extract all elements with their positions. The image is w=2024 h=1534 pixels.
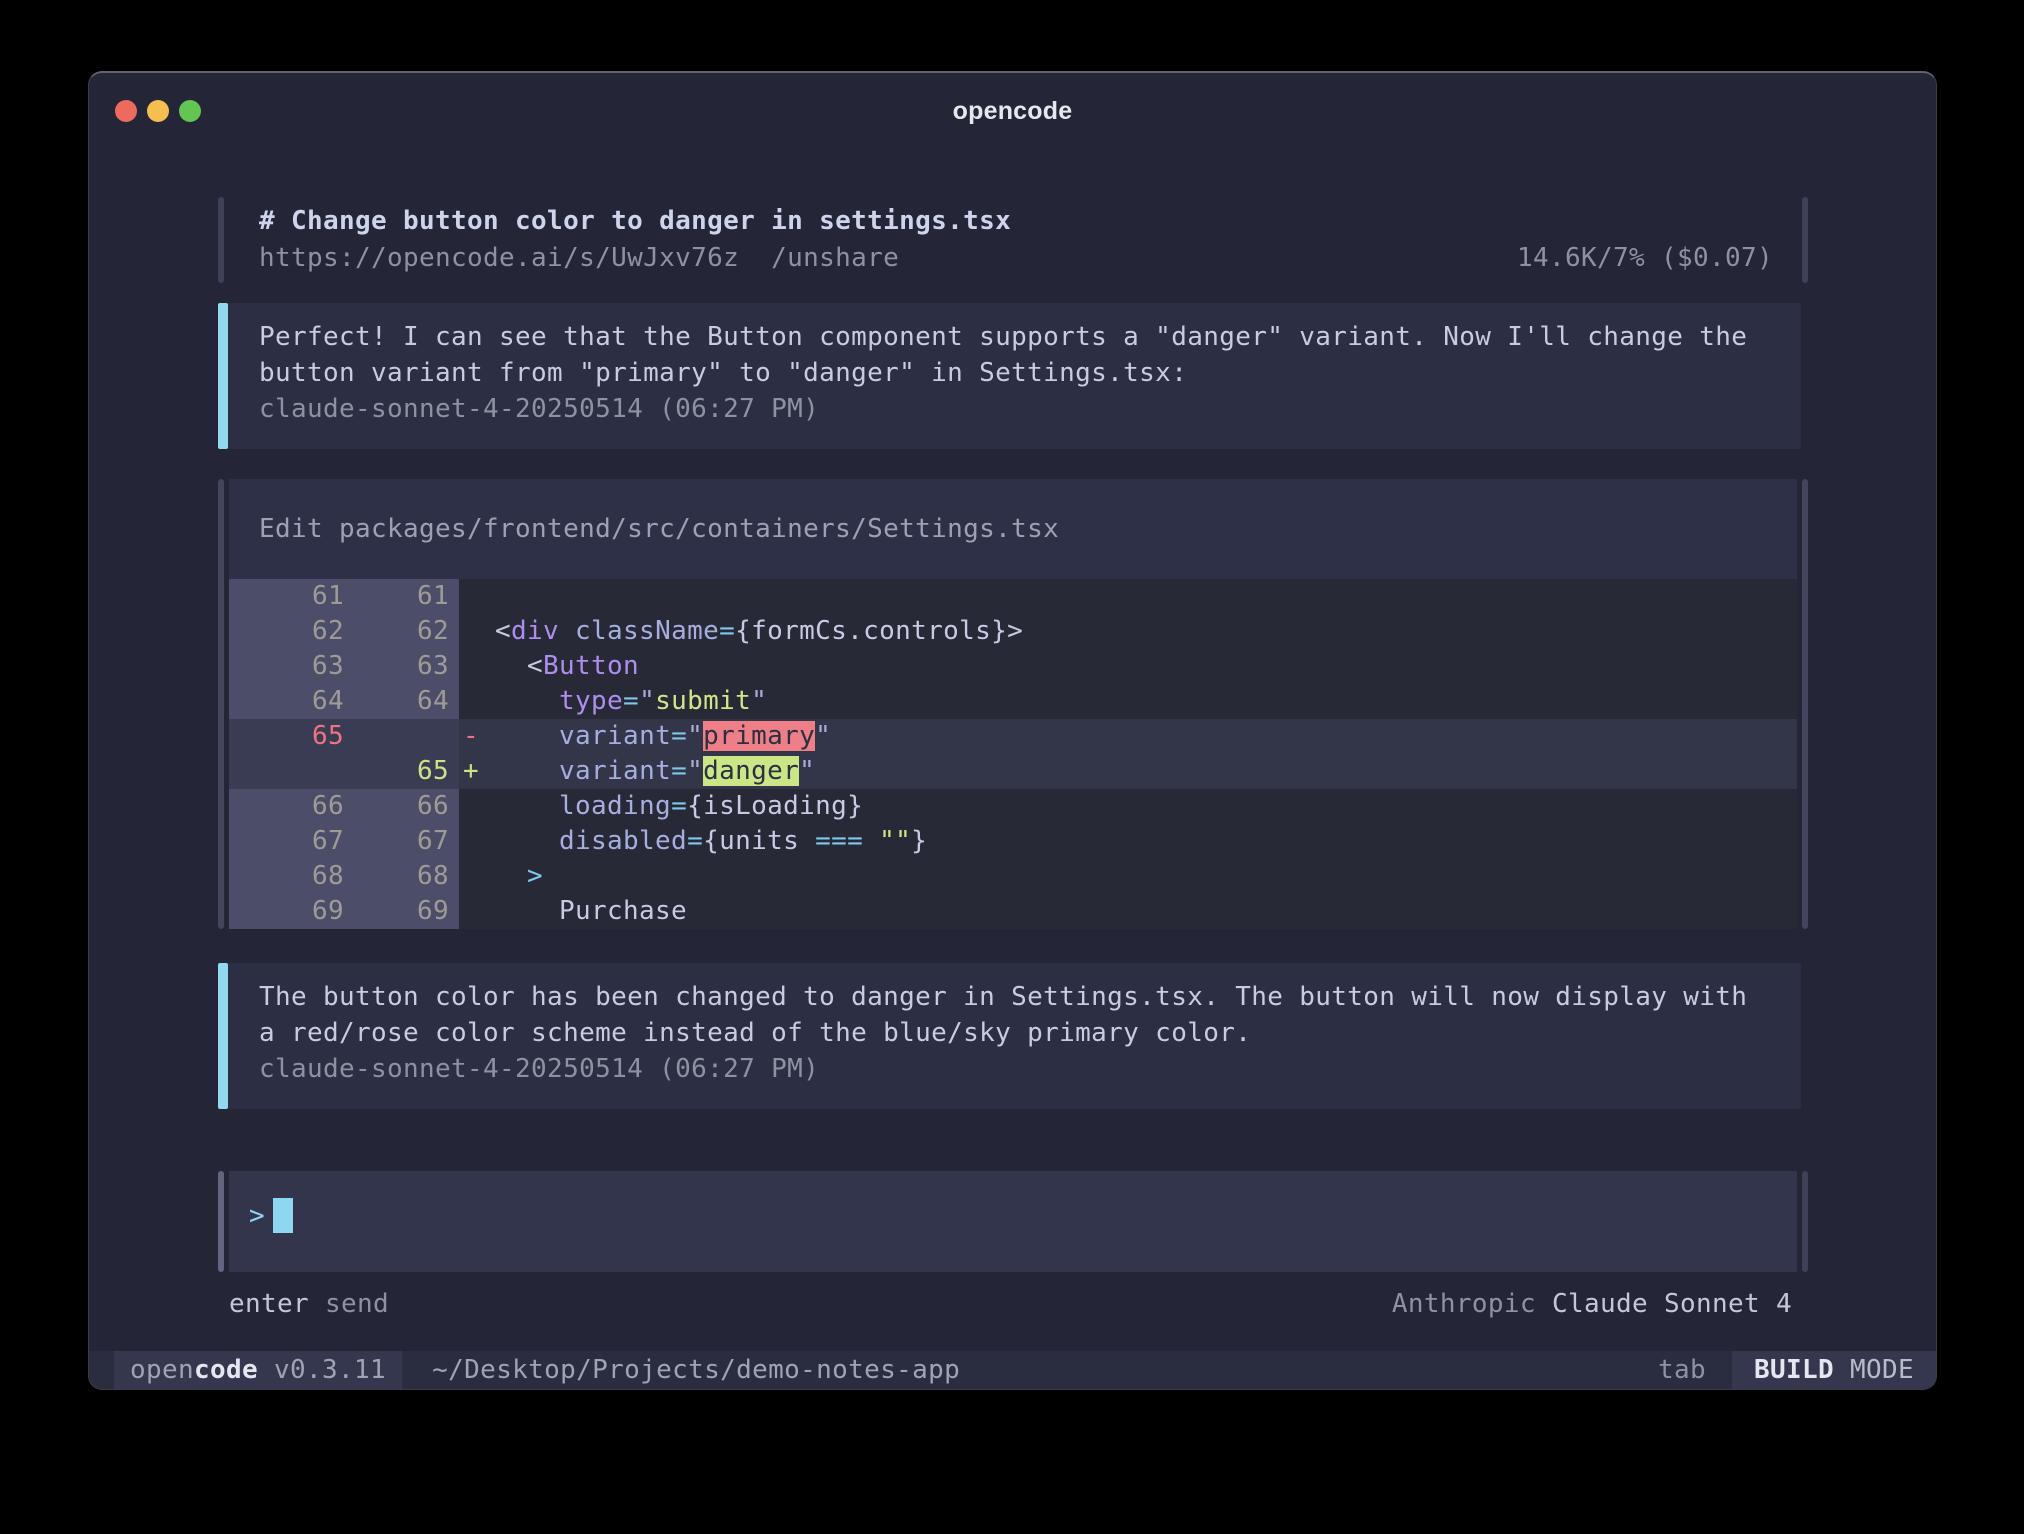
diff-new-line-number: 69 — [354, 894, 459, 929]
minimize-button[interactable] — [147, 100, 169, 122]
header-right-rail — [1802, 197, 1808, 283]
diff-row: 6464 type="submit" — [229, 684, 1797, 719]
prompt-symbol: > — [249, 1198, 265, 1234]
app-name-code: code — [194, 1355, 258, 1385]
header-left-rail — [218, 197, 224, 283]
diff-new-line-number: 68 — [354, 859, 459, 894]
card-right-rail — [1802, 479, 1808, 929]
message-text-line: Perfect! I can see that the Button compo… — [259, 319, 1771, 355]
edit-tool-title: Edit packages/frontend/src/containers/Se… — [229, 479, 1797, 579]
diff-code-line: - variant="primary" — [459, 719, 1797, 754]
diff-row: 6161 — [229, 579, 1797, 614]
message-model-meta: claude-sonnet-4-20250514 (06:27 PM) — [259, 1051, 1771, 1087]
tab-key-hint[interactable]: tab — [1658, 1351, 1706, 1389]
diff-row: 6262 <div className={formCs.controls}> — [229, 614, 1797, 649]
assistant-message: The button color has been changed to dan… — [218, 963, 1801, 1109]
opencode-window: opencode # Change button color to danger… — [88, 71, 1937, 1390]
session-header: # Change button color to danger in setti… — [218, 197, 1808, 283]
diff-code-line: <div className={formCs.controls}> — [459, 614, 1797, 649]
diff-row: 65 - variant="primary" — [229, 719, 1797, 754]
share-url: https://opencode.ai/s/UwJxv76z — [259, 240, 739, 277]
input-left-rail — [218, 1171, 224, 1272]
message-text-line: a red/rose color scheme instead of the b… — [259, 1015, 1771, 1051]
token-usage: 14.6K/7% ($0.07) — [1517, 240, 1773, 277]
diff-row: 6363 <Button — [229, 649, 1797, 684]
diff-row: 6666 loading={isLoading} — [229, 789, 1797, 824]
titlebar: opencode — [89, 73, 1936, 149]
diff-old-line-number — [229, 754, 354, 789]
diff-new-line-number: 67 — [354, 824, 459, 859]
diff-code-line: disabled={units === ""} — [459, 824, 1797, 859]
model-label: Claude Sonnet 4 — [1552, 1288, 1792, 1320]
text-cursor — [273, 1198, 293, 1233]
diff-code-line: > — [459, 859, 1797, 894]
session-title: # Change button color to danger in setti… — [259, 203, 1011, 240]
diff-old-line-number: 64 — [229, 684, 354, 719]
provider-label: Anthropic — [1392, 1288, 1536, 1320]
zoom-button[interactable] — [179, 100, 201, 122]
diff-new-line-number: 61 — [354, 579, 459, 614]
window-title: opencode — [953, 97, 1073, 126]
diff-new-line-number: 62 — [354, 614, 459, 649]
diff-old-line-number: 66 — [229, 789, 354, 824]
diff-old-line-number: 62 — [229, 614, 354, 649]
diff-new-line-number: 63 — [354, 649, 459, 684]
message-accent-bar — [218, 303, 228, 449]
diff-old-line-number: 65 — [229, 719, 354, 754]
diff-old-line-number: 67 — [229, 824, 354, 859]
edit-tool-card: Edit packages/frontend/src/containers/Se… — [218, 479, 1808, 929]
diff-old-line-number: 63 — [229, 649, 354, 684]
prompt-input-block: > — [218, 1171, 1808, 1272]
hint-bar: enter send Anthropic Claude Sonnet 4 — [218, 1288, 1808, 1320]
diff-view: 61616262 <div className={formCs.controls… — [229, 579, 1797, 929]
diff-old-line-number: 68 — [229, 859, 354, 894]
enter-key-hint: enter — [229, 1288, 309, 1320]
diff-old-line-number: 61 — [229, 579, 354, 614]
mode-name: BUILD — [1754, 1355, 1834, 1385]
traffic-lights — [115, 73, 201, 149]
diff-new-line-number: 66 — [354, 789, 459, 824]
diff-new-line-number: 64 — [354, 684, 459, 719]
enter-action-hint: send — [325, 1288, 389, 1320]
diff-code-line: Purchase — [459, 894, 1797, 929]
message-input[interactable]: > — [229, 1171, 1797, 1272]
app-name-open: open — [130, 1355, 194, 1385]
app-version-chip: opencode v0.3.11 — [114, 1351, 402, 1389]
diff-code-line: loading={isLoading} — [459, 789, 1797, 824]
status-bar: opencode v0.3.11 ~/Desktop/Projects/demo-… — [89, 1351, 1936, 1389]
diff-code-line — [459, 579, 1797, 614]
diff-old-line-number: 69 — [229, 894, 354, 929]
diff-code-line: + variant="danger" — [459, 754, 1797, 789]
card-left-rail — [218, 479, 224, 929]
input-right-rail — [1802, 1171, 1808, 1272]
diff-new-line-number: 65 — [354, 754, 459, 789]
message-accent-bar — [218, 963, 228, 1109]
app-version: v0.3.11 — [274, 1355, 386, 1385]
diff-code-line: type="submit" — [459, 684, 1797, 719]
assistant-message: Perfect! I can see that the Button compo… — [218, 303, 1801, 449]
unshare-command: /unshare — [771, 240, 899, 277]
diff-row: 6767 disabled={units === ""} — [229, 824, 1797, 859]
close-button[interactable] — [115, 100, 137, 122]
session-content: # Change button color to danger in setti… — [218, 197, 1808, 1320]
message-text-line: The button color has been changed to dan… — [259, 979, 1771, 1015]
mode-chip: BUILD MODE — [1732, 1351, 1936, 1389]
diff-new-line-number — [354, 719, 459, 754]
working-directory: ~/Desktop/Projects/demo-notes-app — [432, 1351, 960, 1389]
message-text-line: button variant from "primary" to "danger… — [259, 355, 1771, 391]
diff-row: 6868 > — [229, 859, 1797, 894]
message-model-meta: claude-sonnet-4-20250514 (06:27 PM) — [259, 391, 1771, 427]
diff-row: 6969 Purchase — [229, 894, 1797, 929]
diff-code-line: <Button — [459, 649, 1797, 684]
diff-row: 65+ variant="danger" — [229, 754, 1797, 789]
mode-suffix: MODE — [1850, 1355, 1914, 1385]
